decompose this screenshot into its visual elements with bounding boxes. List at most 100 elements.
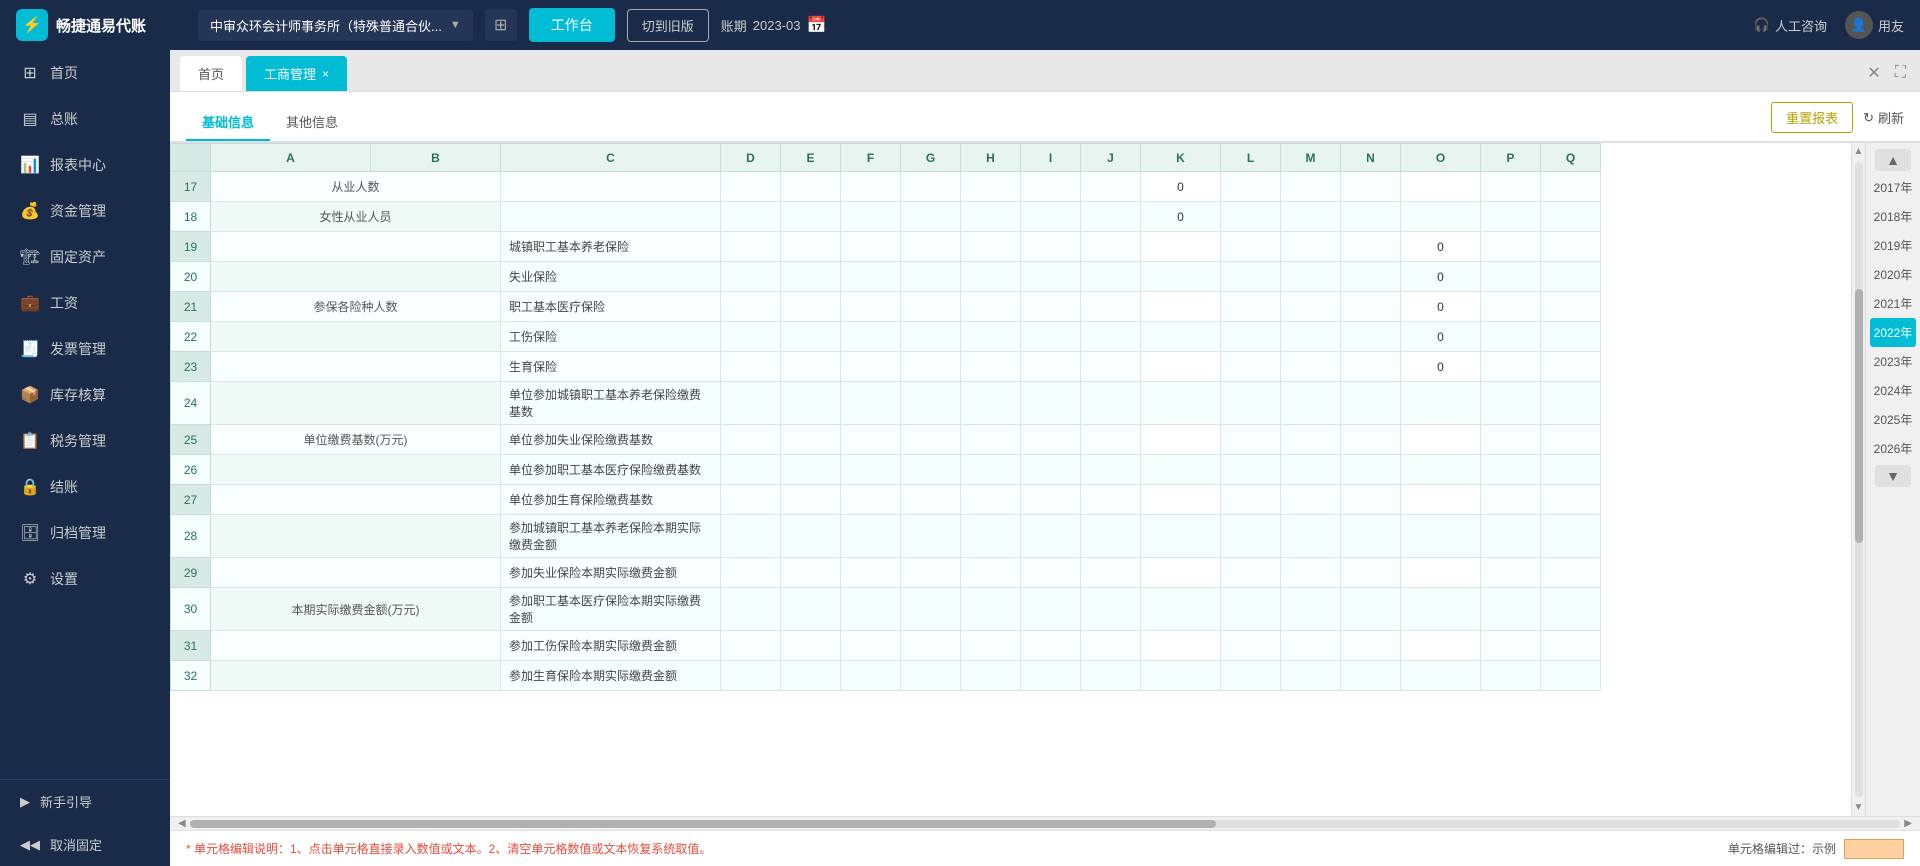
unpin-button[interactable]: ◀◀ 取消固定 (0, 823, 170, 866)
cell-o[interactable] (1401, 485, 1481, 515)
workbench-button[interactable]: 工作台 (529, 8, 615, 42)
cell-ab[interactable]: 女性从业人员 (211, 202, 501, 232)
cell-empty[interactable] (961, 172, 1021, 202)
cell-empty[interactable] (781, 292, 841, 322)
year-item[interactable]: 2020年 (1870, 260, 1917, 289)
cell-ab[interactable] (211, 382, 501, 425)
cell-empty[interactable] (841, 202, 901, 232)
sidebar-item-invoice[interactable]: 🧾 发票管理 (0, 326, 170, 372)
cell-empty[interactable] (1281, 232, 1341, 262)
cell-empty[interactable] (1221, 292, 1281, 322)
table-row[interactable]: 23生育保险0 (171, 352, 1601, 382)
cell-empty[interactable] (721, 352, 781, 382)
cell-empty[interactable] (961, 631, 1021, 661)
cell-ab[interactable] (211, 661, 501, 691)
cell-empty[interactable] (1341, 232, 1401, 262)
cell-empty[interactable] (1081, 588, 1141, 631)
cell-empty[interactable] (841, 588, 901, 631)
cell-empty[interactable] (721, 262, 781, 292)
cell-empty[interactable] (841, 485, 901, 515)
scroll-left-icon[interactable]: ◀ (174, 818, 190, 829)
cell-empty[interactable] (1081, 322, 1141, 352)
cell-empty[interactable] (1541, 631, 1601, 661)
scroll-down-icon[interactable]: ▼ (1854, 799, 1864, 816)
cell-empty[interactable] (901, 425, 961, 455)
cell-empty[interactable] (1541, 485, 1601, 515)
cell-empty[interactable] (781, 262, 841, 292)
cell-empty[interactable] (1221, 322, 1281, 352)
reset-report-button[interactable]: 重置报表 (1771, 102, 1853, 133)
cell-empty[interactable] (901, 588, 961, 631)
cell-empty[interactable] (1341, 558, 1401, 588)
cell-empty[interactable] (1481, 232, 1541, 262)
cell-ab[interactable] (211, 631, 501, 661)
cell-empty[interactable] (1021, 558, 1081, 588)
cell-empty[interactable] (961, 202, 1021, 232)
cell-ab[interactable] (211, 558, 501, 588)
cell-empty[interactable] (721, 485, 781, 515)
cell-ab[interactable]: 参保各险种人数 (211, 292, 501, 322)
cell-empty[interactable] (1021, 262, 1081, 292)
cell-empty[interactable] (781, 515, 841, 558)
cell-o[interactable]: 0 (1401, 262, 1481, 292)
cell-empty[interactable] (841, 382, 901, 425)
cell-empty[interactable] (721, 588, 781, 631)
cell-k[interactable] (1141, 352, 1221, 382)
cell-empty[interactable] (1021, 322, 1081, 352)
scroll-up-icon[interactable]: ▲ (1854, 143, 1864, 160)
cell-empty[interactable] (1281, 588, 1341, 631)
cell-empty[interactable] (1481, 661, 1541, 691)
cell-empty[interactable] (1221, 588, 1281, 631)
sidebar-item-fund[interactable]: 💰 资金管理 (0, 188, 170, 234)
cell-o[interactable] (1401, 202, 1481, 232)
cell-c[interactable] (501, 202, 721, 232)
cell-empty[interactable] (901, 455, 961, 485)
cell-empty[interactable] (1481, 588, 1541, 631)
cell-empty[interactable] (1341, 202, 1401, 232)
sidebar-item-salary[interactable]: 💼 工资 (0, 280, 170, 326)
sidebar-item-tax[interactable]: 📋 税务管理 (0, 418, 170, 464)
cell-empty[interactable] (781, 382, 841, 425)
cell-empty[interactable] (721, 172, 781, 202)
cell-empty[interactable] (1081, 232, 1141, 262)
cell-empty[interactable] (781, 352, 841, 382)
cell-empty[interactable] (961, 382, 1021, 425)
cell-empty[interactable] (901, 558, 961, 588)
cell-o[interactable] (1401, 515, 1481, 558)
cell-empty[interactable] (901, 262, 961, 292)
cell-empty[interactable] (1541, 661, 1601, 691)
vertical-scrollbar[interactable]: ▲ ▼ (1851, 143, 1865, 816)
cell-c[interactable]: 失业保险 (501, 262, 721, 292)
cell-empty[interactable] (901, 661, 961, 691)
cell-ab[interactable] (211, 352, 501, 382)
cell-empty[interactable] (841, 292, 901, 322)
year-item[interactable]: 2017年 (1870, 173, 1917, 202)
cell-empty[interactable] (1081, 485, 1141, 515)
switch-old-button[interactable]: 切到旧版 (627, 9, 709, 42)
cell-empty[interactable] (1021, 515, 1081, 558)
cell-k[interactable] (1141, 515, 1221, 558)
cell-o[interactable]: 0 (1401, 232, 1481, 262)
year-item[interactable]: 2019年 (1870, 231, 1917, 260)
cell-empty[interactable] (961, 485, 1021, 515)
cell-empty[interactable] (721, 202, 781, 232)
cell-ab[interactable] (211, 485, 501, 515)
sidebar-item-fixed-asset[interactable]: 🏗 固定资产 (0, 234, 170, 280)
cell-empty[interactable] (1081, 262, 1141, 292)
cell-empty[interactable] (1541, 292, 1601, 322)
year-item[interactable]: 2018年 (1870, 202, 1917, 231)
cell-c[interactable]: 工伤保险 (501, 322, 721, 352)
cell-k[interactable] (1141, 631, 1221, 661)
cell-empty[interactable] (841, 172, 901, 202)
cell-o[interactable] (1401, 425, 1481, 455)
cell-empty[interactable] (1021, 382, 1081, 425)
cell-empty[interactable] (1481, 322, 1541, 352)
cell-empty[interactable] (1221, 631, 1281, 661)
cell-c[interactable]: 参加失业保险本期实际缴费金额 (501, 558, 721, 588)
cell-empty[interactable] (781, 202, 841, 232)
cell-empty[interactable] (1341, 631, 1401, 661)
sidebar-item-home[interactable]: ⊞ 首页 (0, 50, 170, 96)
cell-c[interactable]: 生育保险 (501, 352, 721, 382)
cell-empty[interactable] (1541, 425, 1601, 455)
cell-empty[interactable] (901, 232, 961, 262)
